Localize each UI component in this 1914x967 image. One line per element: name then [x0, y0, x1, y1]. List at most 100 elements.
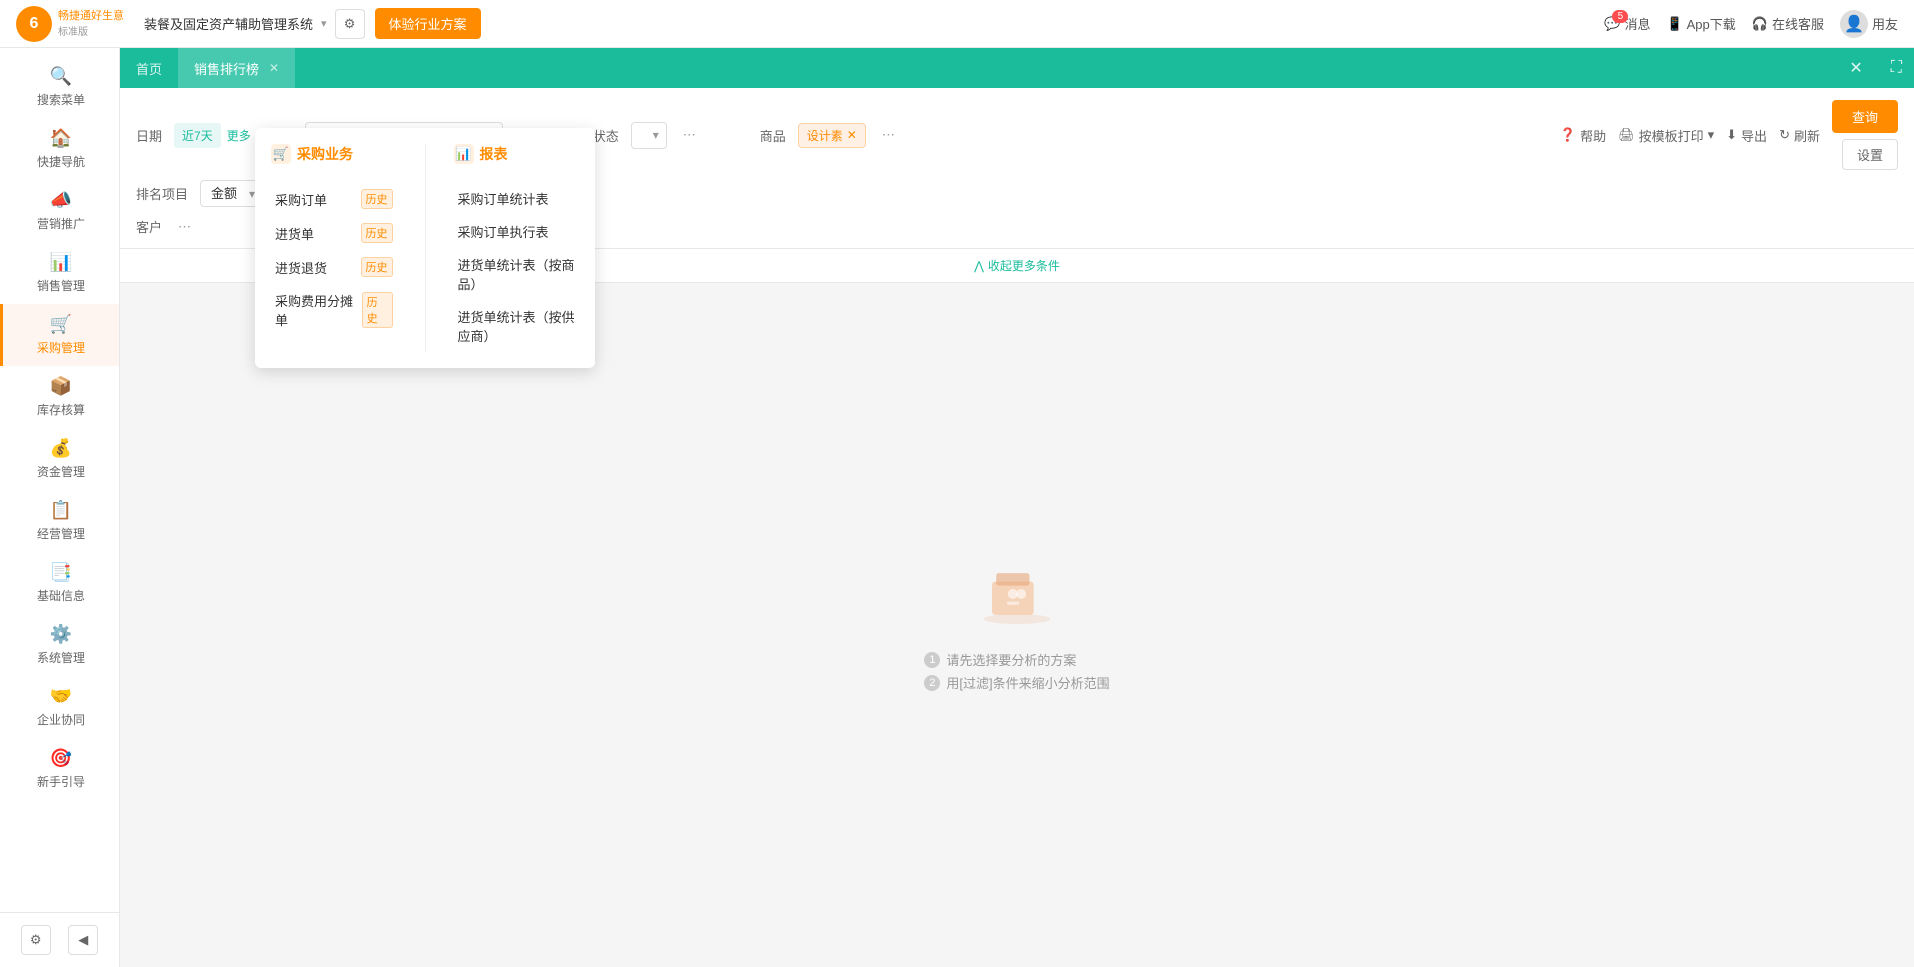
report-col: 📊 报表 采购订单统计表 采购订单执行表 进货单统计表（按商品） 进货单统计表（… — [454, 144, 580, 352]
search-icon: 🔍 — [50, 66, 72, 87]
dropdown-item-report-0[interactable]: 采购订单统计表 — [454, 182, 580, 215]
sidebar-item-basic[interactable]: 📑 基础信息 — [0, 552, 119, 614]
date-tag-7days[interactable]: 近7天 — [174, 123, 221, 148]
empty-tips: 1 请先选择要分析的方案 2 用[过滤]条件来缩小分析范围 — [924, 646, 1109, 696]
settings-bottom-button[interactable]: ⚙ — [21, 925, 51, 955]
sidebar-item-finance[interactable]: 💰 资金管理 — [0, 428, 119, 490]
export-icon: ⬇ — [1726, 127, 1737, 143]
goods-dots[interactable]: ⋯ — [882, 127, 895, 143]
tip-text-2: 用[过滤]条件来缩小分析范围 — [946, 673, 1109, 692]
sidebar-item-purchase[interactable]: 🛒 采购管理 — [0, 304, 119, 366]
logo-sub: 标准版 — [58, 23, 124, 38]
sidebar-label-system: 系统管理 — [37, 649, 85, 666]
sidebar-label-search: 搜索菜单 — [37, 91, 85, 108]
history-badge-3: 历史 — [362, 292, 393, 328]
avatar: 👤 — [1840, 10, 1868, 38]
toolbar-right: ❓ 帮助 🖨 按模板打印 ▾ ⬇ 导出 ↻ — [1560, 100, 1898, 170]
close-all-tabs-button[interactable]: ✕ — [1833, 58, 1878, 78]
sidebar-item-newbie[interactable]: 🎯 新手引导 — [0, 738, 119, 800]
sidebar-item-quick-nav[interactable]: 🏠 快捷导航 — [0, 118, 119, 180]
sidebar-label-purchase: 采购管理 — [37, 339, 85, 356]
basic-icon: 📑 — [50, 562, 72, 583]
dropdown-item-report-3[interactable]: 进货单统计表（按供应商） — [454, 300, 580, 352]
tip-num-1: 1 — [924, 652, 940, 668]
system-title-dropdown[interactable]: 装餐及固定资产辅助管理系统 ▾ — [136, 14, 327, 33]
setting-button[interactable]: 设置 — [1842, 139, 1898, 170]
tab-sales-rank[interactable]: 销售排行榜 ✕ — [178, 48, 295, 88]
report-col-title: 📊 报表 — [454, 144, 580, 172]
rank-select[interactable]: 金额 — [200, 180, 263, 207]
sidebar-label-quick-nav: 快捷导航 — [37, 153, 85, 170]
empty-state: 1 请先选择要分析的方案 2 用[过滤]条件来缩小分析范围 — [120, 283, 1914, 967]
tab-home-label: 首页 — [136, 59, 162, 78]
sidebar-item-search[interactable]: 🔍 搜索菜单 — [0, 56, 119, 118]
export-button[interactable]: ⬇ 导出 — [1726, 126, 1767, 145]
rank-select-wrapper: 金额 — [200, 180, 263, 207]
dropdown-item-purchase-receive[interactable]: 进货单 历史 — [271, 216, 397, 250]
sidebar-item-sales[interactable]: 📊 销售管理 — [0, 242, 119, 304]
empty-tip-2: 2 用[过滤]条件来缩小分析范围 — [924, 673, 1109, 692]
newbie-icon: 🎯 — [50, 748, 72, 769]
logo-area: 6 畅捷通好生意 标准版 — [16, 6, 136, 42]
dropdown-item-purchase-expense[interactable]: 采购费用分摊单 历史 — [271, 284, 397, 336]
dropdown-label-purchase-receive: 进货单 — [275, 224, 314, 243]
export-label: 导出 — [1741, 126, 1767, 145]
dropdown-label-report-1: 采购订单执行表 — [458, 222, 549, 241]
customer-dots[interactable]: ⋯ — [178, 219, 191, 235]
purchase-col-title-text: 采购业务 — [297, 144, 353, 164]
close-tab-icon[interactable]: ✕ — [269, 61, 279, 75]
help-label: 帮助 — [1580, 126, 1606, 145]
sidebar-item-system[interactable]: ⚙️ 系统管理 — [0, 614, 119, 676]
messages-button[interactable]: 💬 5 消息 — [1604, 14, 1650, 33]
print-label: 按模板打印 — [1639, 126, 1704, 145]
order-status-dots[interactable]: ⋯ — [683, 127, 696, 143]
goods-tag-text: 设计素 — [807, 127, 843, 144]
empty-tip-1: 1 请先选择要分析的方案 — [924, 650, 1109, 669]
app-download-button[interactable]: 📱 App下载 — [1666, 14, 1735, 33]
dropdown-item-purchase-order[interactable]: 采购订单 历史 — [271, 182, 397, 216]
sales-icon: 📊 — [50, 252, 72, 273]
collapse-label: 收起更多条件 — [988, 257, 1060, 274]
purchase-dropdown-menu: 🛒 采购业务 采购订单 历史 进货单 历史 进货退货 历史 — [255, 128, 595, 368]
print-button[interactable]: 🖨 按模板打印 ▾ — [1618, 126, 1714, 145]
query-button[interactable]: 查询 — [1832, 100, 1898, 133]
order-status-select[interactable] — [631, 122, 667, 149]
home-icon: 🏠 — [50, 128, 72, 149]
tab-bar: 首页 销售排行榜 ✕ ✕ ⛶ — [120, 48, 1914, 88]
gear-button[interactable]: ⚙ — [335, 9, 365, 39]
logo-icon: 6 — [16, 6, 52, 42]
refresh-icon: ↻ — [1779, 127, 1790, 143]
online-service-button[interactable]: 🎧 在线客服 — [1752, 14, 1824, 33]
sidebar-item-operation[interactable]: 📋 经营管理 — [0, 490, 119, 552]
collapse-sidebar-button[interactable]: ◀ — [68, 925, 98, 955]
empty-illustration — [967, 554, 1067, 634]
expand-tab-button[interactable]: ⛶ — [1879, 59, 1914, 77]
marketing-icon: 📣 — [50, 190, 72, 211]
goods-tag-remove[interactable]: ✕ — [847, 128, 857, 142]
history-badge-2: 历史 — [361, 257, 393, 277]
query-settings-group: 查询 设置 — [1832, 100, 1898, 170]
content-area: 首页 销售排行榜 ✕ ✕ ⛶ 日期 近7天 更多 自定义 — [120, 48, 1914, 967]
sidebar-item-marketing[interactable]: 📣 营销推广 — [0, 180, 119, 242]
sidebar-item-inventory[interactable]: 📦 库存核算 — [0, 366, 119, 428]
tab-sales-rank-label: 销售排行榜 — [194, 59, 259, 78]
refresh-button[interactable]: ↻ 刷新 — [1779, 126, 1820, 145]
dropdown-arrow-icon: ▾ — [321, 17, 327, 30]
tab-home[interactable]: 首页 — [120, 48, 178, 88]
help-button[interactable]: ❓ 帮助 — [1560, 126, 1606, 145]
dropdown-item-purchase-return[interactable]: 进货退货 历史 — [271, 250, 397, 284]
industry-button[interactable]: 体验行业方案 — [375, 8, 481, 39]
phone-icon: 📱 — [1666, 16, 1682, 32]
dropdown-item-report-2[interactable]: 进货单统计表（按商品） — [454, 248, 580, 300]
dropdown-item-report-1[interactable]: 采购订单执行表 — [454, 215, 580, 248]
dropdown-label-report-2: 进货单统计表（按商品） — [458, 255, 576, 293]
logo-text-block: 畅捷通好生意 标准版 — [58, 9, 124, 38]
user-button[interactable]: 👤 用友 — [1840, 10, 1898, 38]
date-more-button[interactable]: 更多 — [227, 127, 251, 144]
sidebar: 🔍 搜索菜单 🏠 快捷导航 📣 营销推广 📊 销售管理 🛒 采购管理 📦 库存核… — [0, 48, 120, 967]
tip-num-2: 2 — [924, 675, 940, 691]
sidebar-item-enterprise[interactable]: 🤝 企业协同 — [0, 676, 119, 738]
app-label: App下载 — [1687, 14, 1736, 33]
dropdown-label-report-3: 进货单统计表（按供应商） — [458, 307, 576, 345]
operation-icon: 📋 — [50, 500, 72, 521]
